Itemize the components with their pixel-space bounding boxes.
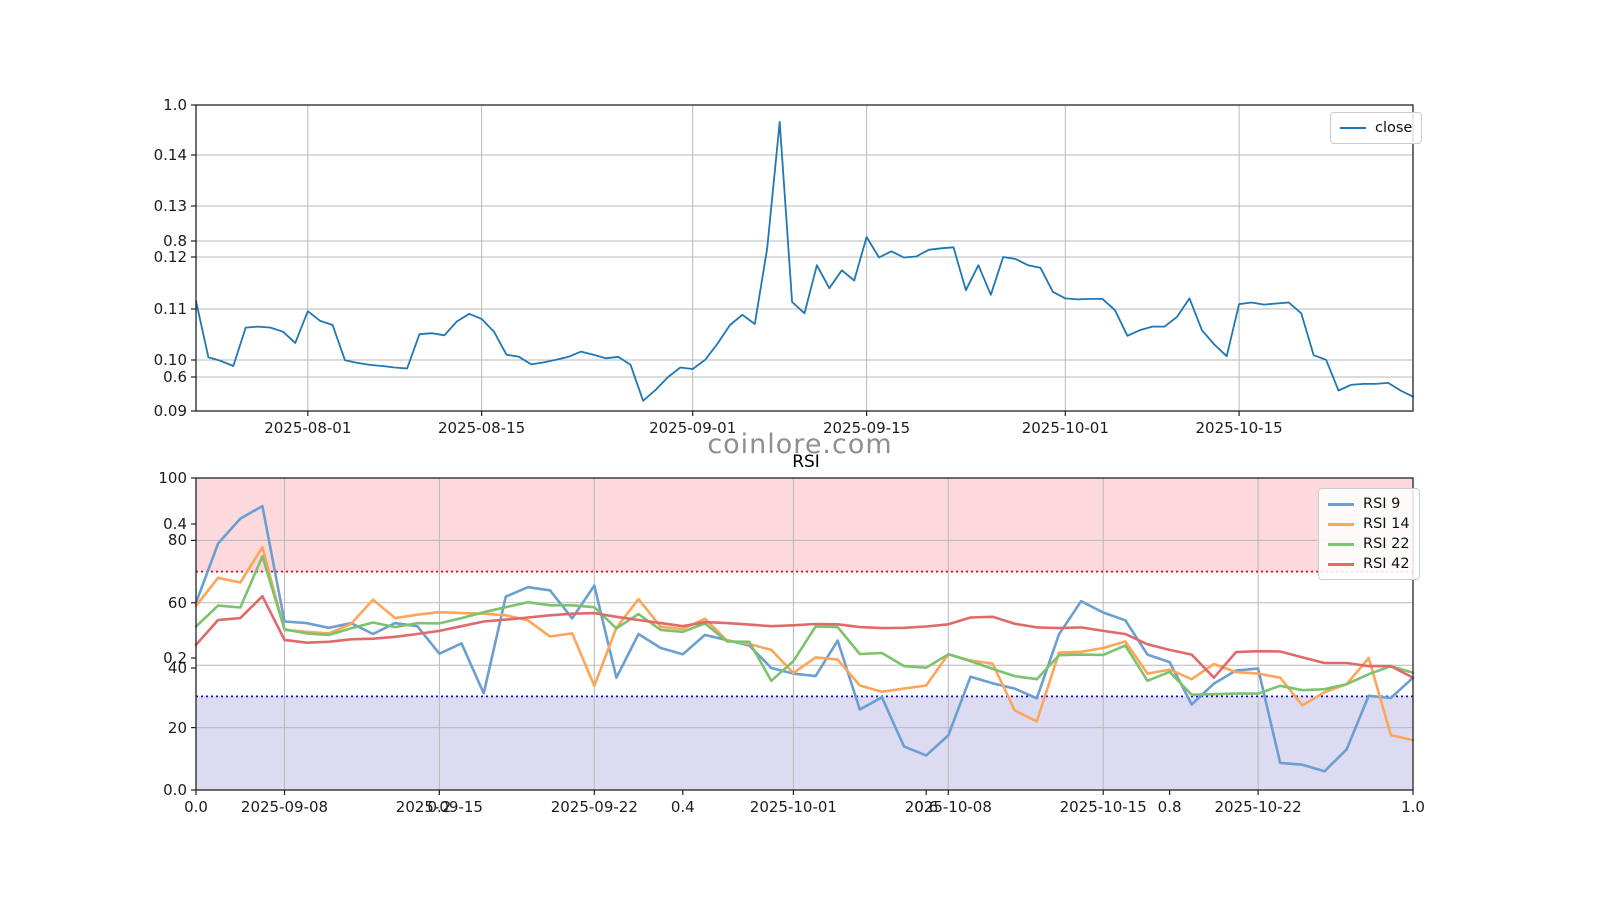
close-line — [195, 121, 1414, 402]
tick-label: 1.0 — [1401, 798, 1425, 816]
legend-item: RSI 9 — [1328, 494, 1410, 514]
legend-line-swatch — [1328, 542, 1354, 546]
tick-label: 60 — [167, 593, 187, 612]
tick-label: 0.12 — [153, 248, 187, 266]
rsi-panel-title: RSI — [792, 452, 820, 472]
tick-label: 0.09 — [153, 402, 187, 420]
legend-line-swatch — [1340, 127, 1366, 129]
tick-label: 2025-08-01 — [264, 419, 352, 437]
tick-label: 0.0 — [163, 781, 187, 799]
legend-item: RSI 42 — [1328, 554, 1410, 574]
tick-label: 2025-10-08 — [904, 798, 992, 816]
legend-label: RSI 14 — [1363, 516, 1410, 532]
legend-line-swatch — [1328, 502, 1354, 506]
legend-label: RSI 42 — [1363, 556, 1410, 572]
tick-label: 2025-10-01 — [1021, 419, 1109, 437]
tick-label: 0.6 — [163, 368, 187, 386]
legend-item: RSI 14 — [1328, 514, 1410, 534]
tick-label: 20 — [167, 718, 187, 737]
legend-label: close — [1375, 120, 1413, 136]
tick-label: 40 — [167, 659, 187, 677]
tick-label: 2025-09-08 — [240, 798, 329, 816]
tick-label: 2025-10-01 — [749, 798, 837, 816]
overbought-band — [196, 478, 1413, 572]
tick-label: 2025-09-22 — [550, 798, 638, 816]
tick-label: 0.4 — [163, 515, 187, 533]
close-legend: close — [1330, 112, 1423, 144]
oversold-band — [196, 696, 1413, 790]
tick-label: 80 — [167, 531, 187, 550]
tick-label: 0.14 — [153, 146, 187, 164]
tick-label: 0.13 — [153, 197, 187, 215]
tick-label: 1.0 — [163, 96, 187, 114]
tick-label: 0.0 — [184, 798, 208, 816]
tick-label: 0.10 — [153, 351, 187, 369]
legend-label: RSI 22 — [1363, 536, 1410, 552]
legend-line-swatch — [1328, 522, 1354, 526]
tick-label: 0.11 — [153, 300, 187, 318]
coinlore-chart-figure: 1.0 0.14 0.13 0.8 0.12 0.11 0.10 0.6 0.09 2025-08… — [0, 0, 1600, 900]
legend-item: RSI 22 — [1328, 534, 1410, 554]
tick-label: 2025-08-15 — [438, 419, 526, 437]
tick-label: 100 — [158, 469, 187, 487]
tick-label: 2025-10-15 — [1059, 798, 1147, 816]
rsi-legend: RSI 9 RSI 14 RSI 22 RSI 42 — [1318, 488, 1420, 580]
legend-label: RSI 9 — [1363, 496, 1401, 512]
tick-label: 0.4 — [670, 798, 695, 816]
legend-item: close — [1340, 118, 1412, 138]
tick-label: 0.8 — [1157, 798, 1182, 816]
legend-line-swatch — [1328, 562, 1354, 566]
tick-label: 0.2 — [427, 798, 452, 816]
tick-label: 2025-10-15 — [1195, 419, 1283, 437]
tick-label: 2025-10-22 — [1214, 798, 1302, 816]
